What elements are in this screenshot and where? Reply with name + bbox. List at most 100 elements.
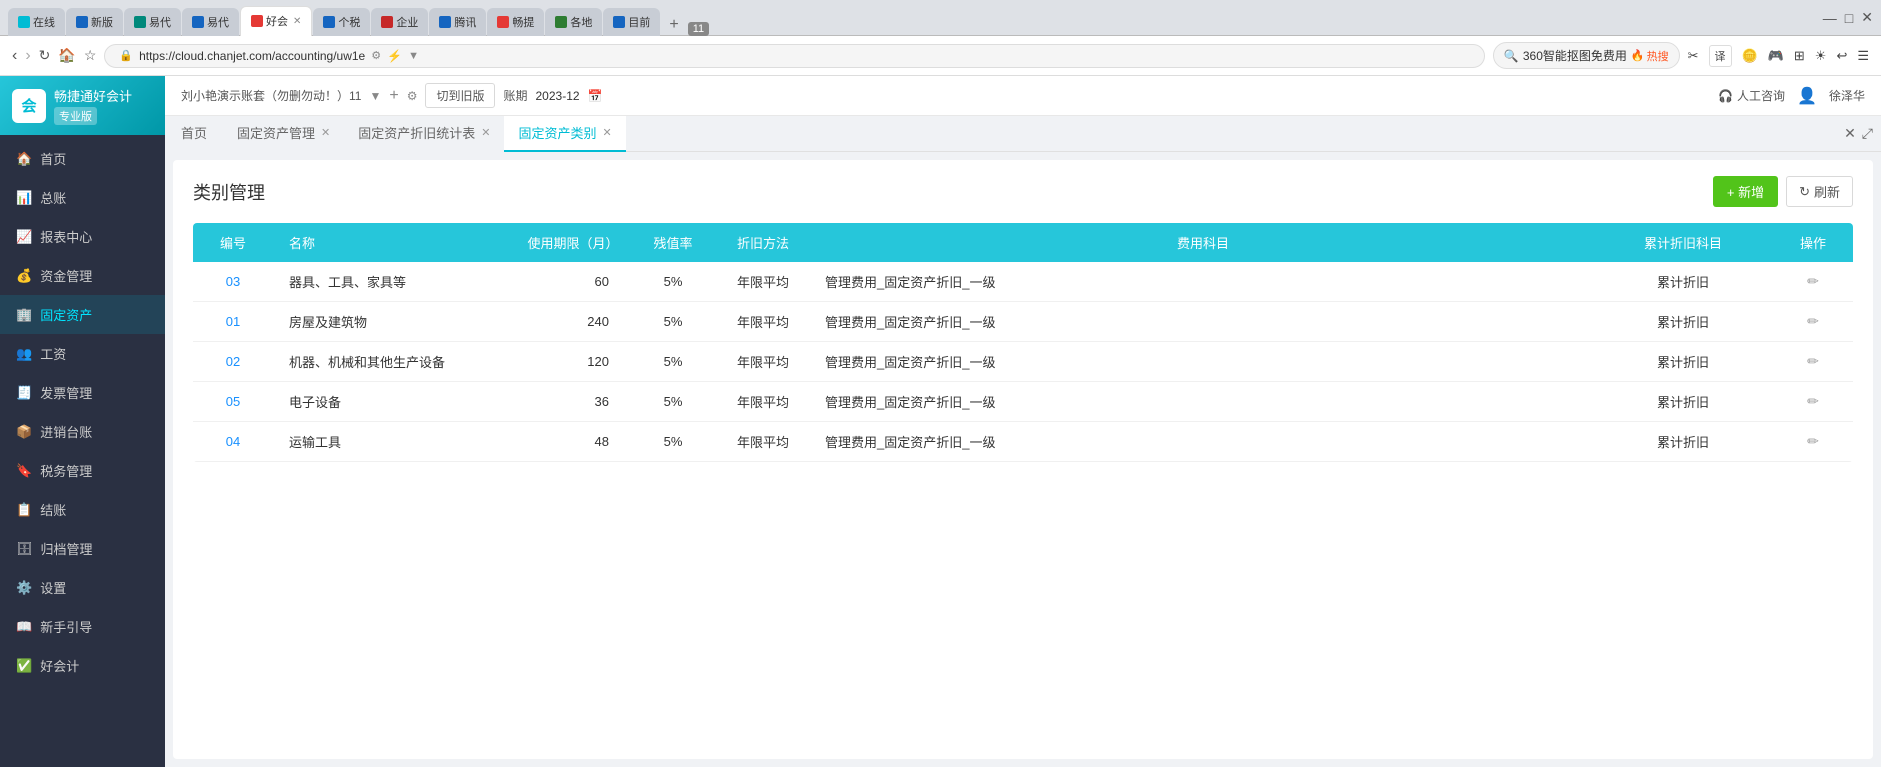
cell-accum: 累计折旧 xyxy=(1593,382,1773,422)
edit-button[interactable]: ✏ xyxy=(1807,273,1819,290)
new-tab-button[interactable]: + xyxy=(661,14,686,36)
sidebar-item-inventory[interactable]: 📦 进销台账 xyxy=(0,412,165,451)
close-icon[interactable]: ✕ xyxy=(1861,9,1873,26)
sidebar-label-ledger: 总账 xyxy=(40,188,66,207)
cell-action: ✏ xyxy=(1773,382,1853,422)
game-icon[interactable]: 🎮 xyxy=(1768,48,1784,64)
browser-tab-xinban[interactable]: 新版 xyxy=(66,8,123,36)
edit-button[interactable]: ✏ xyxy=(1807,393,1819,410)
url-input-box[interactable]: 🔒 https://cloud.chanjet.com/accounting/u… xyxy=(104,44,1485,68)
cell-code[interactable]: 05 xyxy=(193,382,273,422)
cell-action: ✏ xyxy=(1773,302,1853,342)
sidebar-item-invoice[interactable]: 🧾 发票管理 xyxy=(0,373,165,412)
main-content: 刘小艳演示账套（勿删勿动！）11 ▼ + ⚙ 切到旧版 账期 2023-12 📅… xyxy=(165,76,1881,767)
cell-code[interactable]: 01 xyxy=(193,302,273,342)
sidebar-item-home[interactable]: 🏠 首页 xyxy=(0,139,165,178)
tab-asset-category[interactable]: 固定资产类别 ✕ xyxy=(504,116,625,152)
window-controls: — □ ✕ xyxy=(1823,9,1873,26)
dropdown-icon[interactable]: ▼ xyxy=(408,50,419,62)
calendar-icon[interactable]: 📅 xyxy=(588,89,603,103)
cell-period: 240 xyxy=(513,302,633,342)
logo-subtitle: 专业版 xyxy=(54,107,97,125)
maximize-panel-button[interactable]: ⤢ xyxy=(1862,125,1873,142)
browser-tab-gedi[interactable]: 各地 xyxy=(545,8,602,36)
page-title: 类别管理 xyxy=(193,179,265,205)
tab-close-fixed-asset[interactable]: ✕ xyxy=(321,126,330,139)
th-expense: 费用科目 xyxy=(813,223,1593,262)
funds-icon: 💰 xyxy=(16,268,32,284)
cell-method: 年限平均 xyxy=(713,342,813,382)
back-button[interactable]: ‹ xyxy=(12,47,17,65)
browser-tab-qiye[interactable]: 企业 xyxy=(371,8,428,36)
tab-home[interactable]: 首页 xyxy=(165,116,223,152)
tab-close-depreciation[interactable]: ✕ xyxy=(481,126,490,139)
haokuaiji-icon: ✅ xyxy=(16,658,32,674)
minimize-icon[interactable]: — xyxy=(1823,10,1837,26)
category-table: 编号 名称 使用期限（月） 残值率 折旧方法 费用科目 累计折旧科目 操作 03… xyxy=(193,223,1853,462)
maximize-icon[interactable]: □ xyxy=(1845,10,1853,26)
cell-expense: 管理费用_固定资产折旧_一级 xyxy=(813,422,1593,462)
add-account-icon[interactable]: + xyxy=(389,87,398,105)
grid-icon[interactable]: ⊞ xyxy=(1794,48,1805,64)
home-button[interactable]: 🏠 xyxy=(58,47,75,64)
sidebar-label-inventory: 进销台账 xyxy=(40,422,92,441)
payroll-icon: 👥 xyxy=(16,346,32,362)
tab-close-category[interactable]: ✕ xyxy=(603,126,612,139)
tab-bar: 在线 新版 易代 易代 好会 ✕ 个税 企业 腾讯 xyxy=(8,0,1821,36)
address-bar: ‹ › ↻ 🏠 ☆ 🔒 https://cloud.chanjet.com/ac… xyxy=(0,36,1881,76)
menu-icon[interactable]: ☰ xyxy=(1857,48,1869,64)
browser-tab-tengxun[interactable]: 腾讯 xyxy=(429,8,486,36)
expand-icon[interactable]: ▼ xyxy=(369,89,381,103)
tab-close-btn[interactable]: ✕ xyxy=(293,16,301,27)
app-wrapper: 会 畅捷通好会计 专业版 🏠 首页 📊 总账 📈 报表中心 💰 资金管理 xyxy=(0,76,1881,767)
cell-method: 年限平均 xyxy=(713,382,813,422)
tab-depreciation-stats[interactable]: 固定资产折旧统计表 ✕ xyxy=(344,116,504,152)
sidebar-item-ledger[interactable]: 📊 总账 xyxy=(0,178,165,217)
tax-icon: 🔖 xyxy=(16,463,32,479)
translate-icon[interactable]: 译 xyxy=(1709,45,1732,67)
browser-tab-zaixin[interactable]: 在线 xyxy=(8,8,65,36)
service-label[interactable]: 🎧 人工咨询 xyxy=(1718,87,1785,104)
sidebar-item-fixed-assets[interactable]: 🏢 固定资产 xyxy=(0,295,165,334)
sidebar-item-settings[interactable]: ⚙️ 设置 xyxy=(0,568,165,607)
sidebar-item-reports[interactable]: 📈 报表中心 xyxy=(0,217,165,256)
sidebar-item-settlement[interactable]: 📋 结账 xyxy=(0,490,165,529)
cell-action: ✏ xyxy=(1773,422,1853,462)
refresh-button[interactable]: ↻ 刷新 xyxy=(1786,176,1853,207)
browser-tab-haohui[interactable]: 好会 ✕ xyxy=(240,6,312,36)
browser-tab-yidai1[interactable]: 易代 xyxy=(124,8,181,36)
close-panel-button[interactable]: ✕ xyxy=(1844,125,1856,142)
sidebar-item-payroll[interactable]: 👥 工资 xyxy=(0,334,165,373)
browser-tab-geshui[interactable]: 个税 xyxy=(313,8,370,36)
undo-icon[interactable]: ↩ xyxy=(1836,48,1847,64)
reload-button[interactable]: ↻ xyxy=(39,47,51,64)
browser-tab-changtui[interactable]: 畅提 xyxy=(487,8,544,36)
edit-button[interactable]: ✏ xyxy=(1807,353,1819,370)
url-text: https://cloud.chanjet.com/accounting/uw1… xyxy=(139,49,365,63)
cell-code[interactable]: 02 xyxy=(193,342,273,382)
add-category-button[interactable]: + 新增 xyxy=(1713,176,1778,207)
tab-fixed-asset-mgmt[interactable]: 固定资产管理 ✕ xyxy=(223,116,344,152)
sidebar-item-guide[interactable]: 📖 新手引导 xyxy=(0,607,165,646)
brightness-icon[interactable]: ☀ xyxy=(1815,48,1827,64)
boost-icon: ⚡ xyxy=(387,49,402,63)
site-info-icon: ⚙ xyxy=(371,49,381,62)
sidebar-item-funds[interactable]: 💰 资金管理 xyxy=(0,256,165,295)
edit-button[interactable]: ✏ xyxy=(1807,433,1819,450)
th-name: 名称 xyxy=(273,223,513,262)
settings-gear-icon[interactable]: ⚙ xyxy=(407,89,418,103)
sidebar: 会 畅捷通好会计 专业版 🏠 首页 📊 总账 📈 报表中心 💰 资金管理 xyxy=(0,76,165,767)
cell-code[interactable]: 04 xyxy=(193,422,273,462)
sidebar-item-tax[interactable]: 🔖 税务管理 xyxy=(0,451,165,490)
cut-icon[interactable]: ✂ xyxy=(1688,48,1699,64)
sidebar-item-archive[interactable]: 🗄 归档管理 xyxy=(0,529,165,568)
edit-button[interactable]: ✏ xyxy=(1807,313,1819,330)
browser-tab-yidai2[interactable]: 易代 xyxy=(182,8,239,36)
switch-version-button[interactable]: 切到旧版 xyxy=(425,83,495,108)
forward-button[interactable]: › xyxy=(25,47,30,65)
coin-icon[interactable]: 🪙 xyxy=(1742,48,1758,64)
sidebar-item-haokuaiji[interactable]: ✅ 好会计 xyxy=(0,646,165,685)
cell-code[interactable]: 03 xyxy=(193,262,273,302)
browser-tab-muqian[interactable]: 目前 xyxy=(603,8,660,36)
bookmark-button[interactable]: ☆ xyxy=(84,47,97,64)
